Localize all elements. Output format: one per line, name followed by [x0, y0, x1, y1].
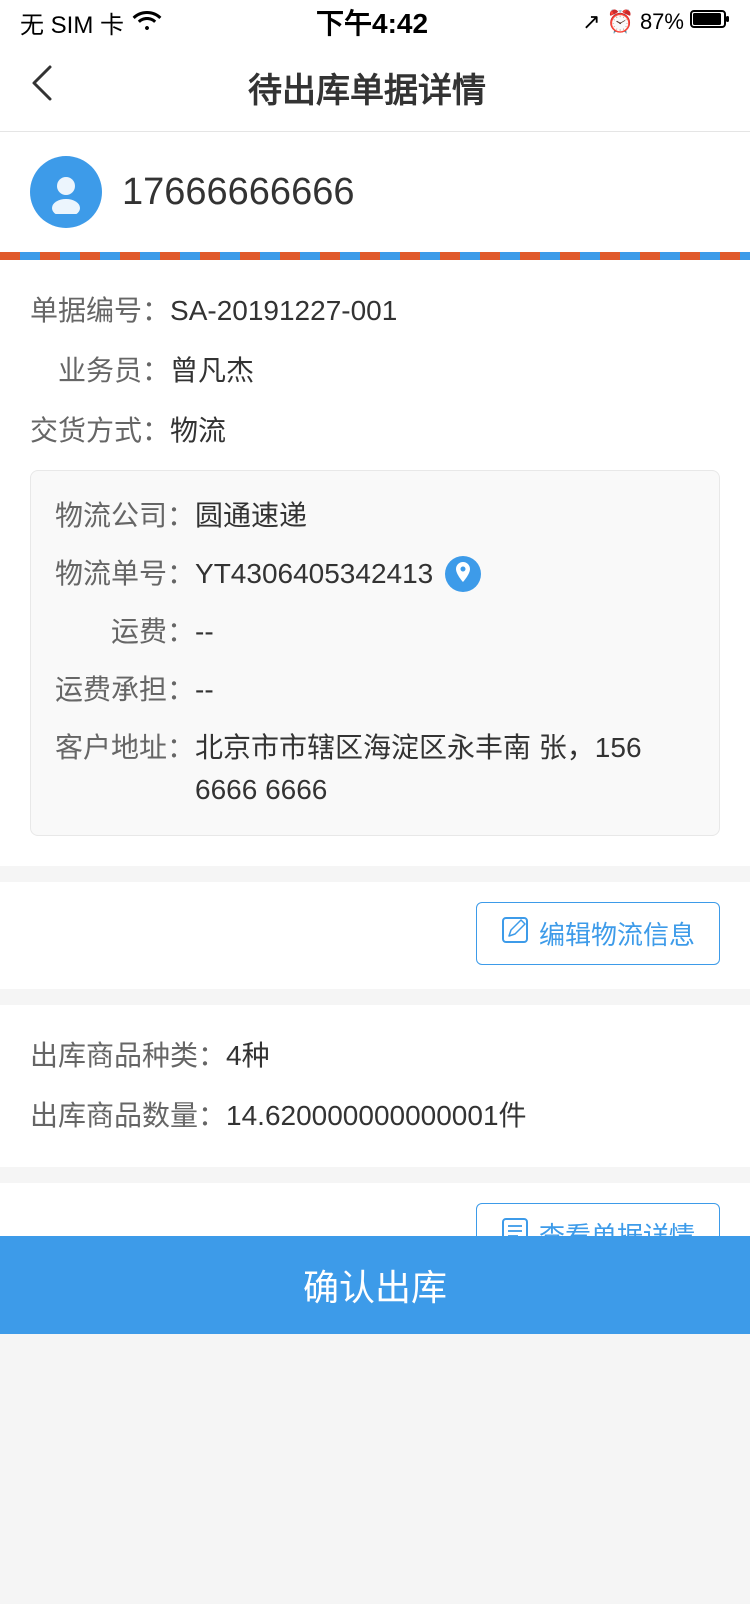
edit-icon [501, 916, 529, 951]
freight-bear-value: -- [195, 669, 695, 711]
location-status-icon: ↗ [582, 9, 600, 35]
battery-percent: 87% [640, 9, 684, 35]
back-button[interactable] [30, 63, 54, 113]
page-title: 待出库单据详情 [74, 63, 660, 112]
customer-phone: 17666666666 [122, 171, 354, 214]
goods-types-value: 4种 [226, 1035, 720, 1077]
status-left: 无 SIM 卡 [20, 5, 162, 40]
logistics-company-value: 圆通速递 [195, 495, 695, 537]
goods-quantity-label: 出库商品数量： [30, 1095, 226, 1137]
logistics-tracking-value: YT4306405342413 [195, 553, 695, 595]
logistics-card: 物流公司： 圆通速递 物流单号： YT4306405342413 运费： -- [30, 470, 720, 836]
sales-rep-value: 曾凡杰 [170, 350, 720, 392]
battery-icon [690, 8, 730, 36]
sales-rep-row: 业务员： 曾凡杰 [30, 350, 720, 392]
order-no-row: 单据编号： SA-20191227-001 [30, 290, 720, 332]
logistics-company-row: 物流公司： 圆通速递 [55, 495, 695, 537]
freight-value: -- [195, 611, 695, 653]
goods-types-row: 出库商品种类： 4种 [30, 1035, 720, 1077]
status-time: 下午4:42 [316, 2, 428, 42]
freight-label: 运费： [55, 611, 195, 653]
address-row: 客户地址： 北京市市辖区海淀区永丰南 张，156 6666 6666 [55, 727, 695, 811]
tracking-location-icon[interactable] [445, 556, 481, 592]
freight-bear-row: 运费承担： -- [55, 669, 695, 711]
delivery-row: 交货方式： 物流 [30, 410, 720, 452]
order-info-section: 单据编号： SA-20191227-001 业务员： 曾凡杰 交货方式： 物流 … [0, 260, 750, 866]
tracking-number: YT4306405342413 [195, 553, 433, 595]
goods-section: 出库商品种类： 4种 出库商品数量： 14.620000000000001件 [0, 1005, 750, 1167]
nav-bar: 待出库单据详情 [0, 44, 750, 132]
goods-quantity-value: 14.620000000000001件 [226, 1095, 720, 1137]
empty-space [0, 1306, 750, 1506]
delivery-value: 物流 [170, 410, 720, 452]
freight-row: 运费： -- [55, 611, 695, 653]
dashed-separator [0, 252, 750, 260]
order-no-value: SA-20191227-001 [170, 290, 720, 332]
delivery-label: 交货方式： [30, 410, 170, 452]
order-no-label: 单据编号： [30, 290, 170, 332]
status-bar: 无 SIM 卡 下午4:42 ↗ ⏰ 87% [0, 0, 750, 44]
logistics-company-label: 物流公司： [55, 495, 195, 537]
logistics-tracking-row: 物流单号： YT4306405342413 [55, 553, 695, 595]
goods-types-label: 出库商品种类： [30, 1035, 226, 1077]
confirm-button[interactable]: 确认出库 [0, 1236, 750, 1334]
wifi-icon [132, 8, 162, 37]
sim-label: 无 SIM 卡 [20, 5, 124, 40]
confirm-label: 确认出库 [303, 1259, 447, 1311]
goods-quantity-row: 出库商品数量： 14.620000000000001件 [30, 1095, 720, 1137]
address-label: 客户地址： [55, 727, 195, 769]
edit-logistics-button[interactable]: 编辑物流信息 [476, 902, 720, 965]
customer-header: 17666666666 [0, 132, 750, 252]
edit-logistics-label: 编辑物流信息 [539, 915, 695, 952]
edit-logistics-row: 编辑物流信息 [0, 882, 750, 989]
address-value: 北京市市辖区海淀区永丰南 张，156 6666 6666 [195, 727, 695, 811]
freight-bear-label: 运费承担： [55, 669, 195, 711]
customer-avatar [30, 156, 102, 228]
logistics-tracking-label: 物流单号： [55, 553, 195, 595]
status-right: ↗ ⏰ 87% [582, 8, 730, 36]
alarm-icon: ⏰ [607, 9, 634, 35]
sales-rep-label: 业务员： [30, 350, 170, 392]
